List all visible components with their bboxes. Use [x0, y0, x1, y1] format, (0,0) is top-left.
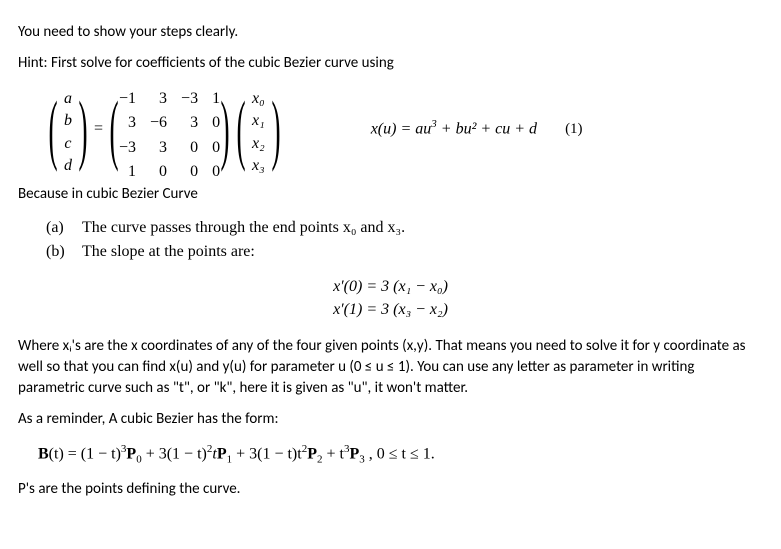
equation-number: (1) — [565, 119, 583, 140]
m20: −3 — [119, 137, 136, 159]
bezier-P0: P — [126, 445, 136, 462]
poly-lhs: x(u) = au — [371, 120, 432, 137]
m02: −3 — [181, 88, 198, 110]
slope-line-1: x′(0) = 3 (x₁ − x₀) — [18, 276, 763, 298]
x3: x₃ — [246, 155, 271, 177]
because-text: Because in cubic Bezier Curve — [18, 184, 763, 205]
matrix-equation: ( a b c d ) = ( −1 3 −3 1 3 −6 3 0 −3 3 — [48, 88, 281, 170]
x1: x₁ — [246, 110, 271, 132]
x-vector: ( x₀ x₁ x₂ x₃ ) — [236, 88, 281, 170]
list-item-b: (b) The slope at the points are: — [46, 241, 763, 263]
x2: x₂ — [246, 133, 271, 155]
bezier-range: , 0 ≤ t ≤ 1. — [365, 445, 435, 462]
marker-a: (a) — [46, 217, 72, 239]
lhs-b: b — [58, 110, 78, 132]
bezier-plus3: + t — [322, 445, 343, 462]
list-item-a: (a) The curve passes through the end poi… — [46, 217, 763, 239]
bezier-plus1: + 3(1 − t) — [142, 445, 207, 462]
bezier-plus2: + 3(1 − t)t — [232, 445, 302, 462]
m03: 1 — [212, 88, 220, 110]
property-list: (a) The curve passes through the end poi… — [18, 217, 763, 264]
intro-text: You need to show your steps clearly. — [18, 22, 763, 43]
reminder-text: As a reminder, A cubic Bezier has the fo… — [18, 409, 763, 430]
equals-sign: = — [94, 118, 103, 140]
lhs-vector: ( a b c d ) — [48, 88, 88, 170]
bezier-formula: B(t) = (1 − t)3P0 + 3(1 − t)2tP1 + 3(1 −… — [38, 442, 763, 468]
marker-b: (b) — [46, 241, 72, 263]
m00: −1 — [119, 88, 136, 110]
m21: 3 — [150, 137, 167, 159]
lhs-c: c — [58, 133, 78, 155]
hint-text: Hint: First solve for coefficients of th… — [18, 53, 763, 74]
text-a: The curve passes through the end points … — [82, 217, 405, 239]
ps-text: P's are the points defining the curve. — [18, 479, 763, 500]
bezier-P2: P — [307, 445, 317, 462]
m33: 0 — [212, 161, 220, 183]
matrix-equation-block: ( a b c d ) = ( −1 3 −3 1 3 −6 3 0 −3 3 — [18, 88, 763, 170]
bezier-t1: (t) = (1 − t) — [49, 445, 121, 462]
m22: 0 — [181, 137, 198, 159]
lhs-d: d — [58, 155, 78, 177]
polynomial: x(u) = au3 + bu² + cu + d — [371, 117, 537, 141]
m23: 0 — [212, 137, 220, 159]
slope-equations: x′(0) = 3 (x₁ − x₀) x′(1) = 3 (x₃ − x₂) — [18, 276, 763, 322]
coefficient-matrix: ( −1 3 −3 1 3 −6 3 0 −3 3 0 0 1 0 0 0 ) — [109, 88, 230, 170]
slope-line-2: x′(1) = 3 (x₃ − x₂) — [18, 299, 763, 321]
bezier-P1: P — [217, 445, 227, 462]
text-b: The slope at the points are: — [82, 241, 255, 263]
m13: 0 — [212, 112, 220, 134]
m12: 3 — [181, 112, 198, 134]
where-paragraph: Where xᵢ's are the x coordinates of any … — [18, 336, 763, 399]
m10: 3 — [119, 112, 136, 134]
lhs-a: a — [58, 88, 78, 110]
m01: 3 — [150, 88, 167, 110]
bezier-B: B — [38, 445, 49, 462]
m32: 0 — [181, 161, 198, 183]
poly-rest: + bu² + cu + d — [437, 120, 537, 137]
x0: x₀ — [246, 88, 271, 110]
m31: 0 — [150, 161, 167, 183]
m11: −6 — [150, 112, 167, 134]
bezier-P3: P — [349, 445, 359, 462]
m30: 1 — [119, 161, 136, 183]
